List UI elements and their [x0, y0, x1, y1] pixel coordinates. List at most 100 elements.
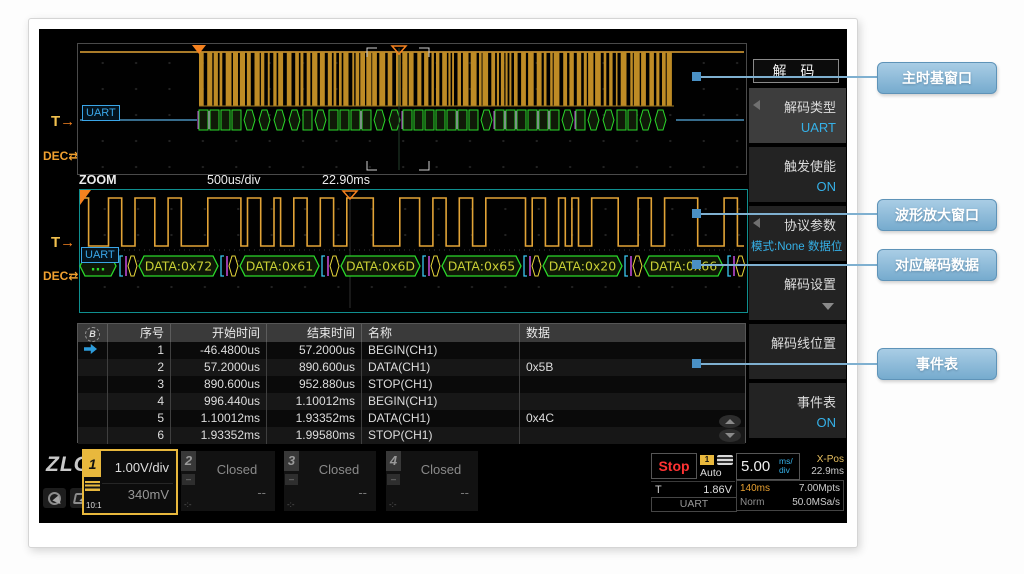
bus-icon: B — [85, 327, 100, 342]
touch-gesture-icon[interactable] — [43, 488, 66, 508]
table-scroll-widget[interactable] — [719, 415, 743, 443]
divider — [102, 483, 173, 484]
timebase-scale-box[interactable]: 5.00 ms/div — [736, 453, 800, 480]
menu-item-3[interactable]: 解码设置 — [749, 265, 846, 320]
callout-line — [700, 76, 878, 78]
callout-zoom-window: 波形放大窗口 — [877, 199, 997, 231]
menu-item-label: 解码类型 — [784, 97, 836, 116]
table-cell: STOP(CH1) — [361, 427, 519, 444]
menu-item-label: 协议参数 — [784, 215, 836, 234]
event-table-header-cell: 名称 — [361, 324, 519, 342]
menu-item-value: UART — [801, 120, 836, 135]
table-row[interactable]: 61.93352ms1.99580msSTOP(CH1) — [78, 427, 745, 444]
trigger-status-cluster[interactable]: Stop 1 Auto T 1.86V UART — [649, 451, 737, 511]
trigger-level-marker-main[interactable]: T→ — [51, 113, 75, 130]
channel-corner-text: -:- — [287, 500, 295, 509]
decode-line-marker-zoom[interactable]: DEC⇄ — [43, 269, 78, 283]
waveform-zoom-window[interactable]: ...DATA:0x72DATA:0x61DATA:0x6DDATA:0x65D… — [79, 189, 748, 313]
callout-line — [700, 264, 878, 266]
table-cell — [519, 342, 747, 359]
svg-text:DATA:0x66: DATA:0x66 — [650, 259, 717, 274]
trigger-coupling-icon — [717, 455, 733, 465]
table-cell: -46.4800us — [170, 342, 266, 359]
xpos-label: X-Pos — [817, 454, 844, 465]
table-row[interactable]: 257.2000us890.600usDATA(CH1)0x5B — [78, 359, 745, 376]
decode-line-marker-main[interactable]: DEC⇄ — [43, 149, 78, 163]
table-cell: 1.93352ms — [266, 410, 361, 427]
svg-text:DATA:0x6D: DATA:0x6D — [346, 259, 415, 274]
table-cell: DATA(CH1) — [361, 359, 519, 376]
trigger-level-value: 1.86V — [703, 484, 732, 496]
channel-value: -- — [460, 485, 469, 500]
menu-item-0[interactable]: 解码类型 UART — [749, 88, 846, 143]
event-table-header-cell: 序号 — [107, 324, 170, 342]
menu-item-4[interactable]: 解码线位置 — [749, 324, 846, 379]
row-marker-cell — [78, 376, 107, 393]
callout-line — [700, 363, 878, 365]
trigger-level-marker-zoom[interactable]: T→ — [51, 234, 75, 251]
channel-status: Closed — [302, 462, 376, 477]
scroll-up-button[interactable] — [719, 415, 741, 428]
table-cell: BEGIN(CH1) — [361, 393, 519, 410]
table-cell: 1 — [107, 342, 170, 359]
channel-1-box[interactable]: 1 10:1 1.00V/div 340mV — [82, 449, 178, 515]
menu-item-5[interactable]: 事件表 ON — [749, 383, 846, 438]
arrow-right-icon: → — [60, 234, 75, 251]
zoom-scale-readout: 500us/div — [207, 173, 261, 187]
table-cell: 3 — [107, 376, 170, 393]
zoom-time-readout: 22.90ms — [322, 173, 370, 187]
channel-value: -- — [257, 485, 266, 500]
table-cell: 890.600us — [170, 376, 266, 393]
menu-item-1[interactable]: 触发使能ON — [749, 147, 846, 202]
channel-4-box[interactable]: 4–Closed---:- — [386, 451, 478, 511]
uart-bus-tag-main[interactable]: UART — [82, 105, 120, 121]
callout-square-marker — [692, 359, 701, 368]
channel-3-box[interactable]: 3–Closed---:- — [284, 451, 376, 511]
acquisition-info-box: 140ms 7.00Mpts Norm 50.0MSa/s — [736, 480, 844, 511]
table-row[interactable]: 3890.600us952.880usSTOP(CH1) — [78, 376, 745, 393]
menu-item-extra: 模式:None 数据位 — [751, 238, 846, 254]
zoom-window-title: ZOOM — [79, 173, 117, 187]
callout-line — [700, 213, 878, 215]
channel-number-tab: 1 — [84, 451, 101, 477]
dropdown-arrow-icon — [822, 303, 834, 310]
table-cell: 2 — [107, 359, 170, 376]
table-cell — [519, 376, 747, 393]
main-waveform — [78, 44, 746, 174]
menu-item-label: 事件表 — [797, 392, 836, 411]
scroll-down-button[interactable] — [719, 429, 741, 442]
coupling-icon — [85, 481, 100, 491]
callout-square-marker — [692, 72, 701, 81]
channel-scale: 1.00V/div — [115, 460, 169, 475]
acquisition-status[interactable]: Stop — [651, 453, 697, 479]
table-row[interactable]: 51.10012ms1.93352msDATA(CH1)0x4C — [78, 410, 745, 427]
menu-item-label: 解码线位置 — [771, 333, 836, 352]
uart-bus-tag-zoom[interactable]: UART — [81, 247, 119, 263]
menu-item-value: ON — [817, 415, 837, 430]
event-table[interactable]: B序号开始时间结束时间名称数据1-46.4800us57.2000usBEGIN… — [77, 323, 746, 443]
probe-ratio: 10:1 — [86, 501, 102, 510]
event-table-header-cell: 结束时间 — [266, 324, 361, 342]
sample-rate: 50.0MSa/s — [792, 497, 840, 508]
main-timebase-window[interactable] — [77, 43, 747, 175]
trigger-bus-type[interactable]: UART — [651, 497, 737, 512]
menu-title: 解 码 — [753, 59, 839, 83]
table-row[interactable]: 4996.440us1.10012msBEGIN(CH1) — [78, 393, 745, 410]
event-table-header-cell: 开始时间 — [170, 324, 266, 342]
left-arrow-icon — [753, 218, 760, 228]
callout-square-marker — [692, 209, 701, 218]
timebase-cluster[interactable]: 5.00 ms/div X-Pos 22.9ms 140ms 7.00Mpts … — [736, 451, 846, 511]
menu-items: 解码类型 UART 触发使能ON 协议参数模式:None 数据位解码设置解码线位置事件… — [749, 88, 846, 438]
channel-sub-icon: – — [182, 474, 195, 485]
left-arrow-icon — [753, 100, 760, 110]
xpos-value: 22.9ms — [811, 466, 844, 477]
channel-number-tab: 3 — [284, 451, 299, 471]
table-cell: 0x5B — [519, 359, 747, 376]
chevron-down-icon — [725, 433, 735, 438]
table-cell: 890.600us — [266, 359, 361, 376]
channel-status: Closed — [404, 462, 478, 477]
table-row[interactable]: 1-46.4800us57.2000usBEGIN(CH1) — [78, 342, 745, 359]
channel-2-box[interactable]: 2–Closed---:- — [181, 451, 275, 511]
channel-offset: 340mV — [128, 487, 169, 502]
decode-menu: 解 码 解码类型 UART 触发使能ON 协议参数模式:None 数据位解码设置解码线… — [748, 29, 847, 523]
